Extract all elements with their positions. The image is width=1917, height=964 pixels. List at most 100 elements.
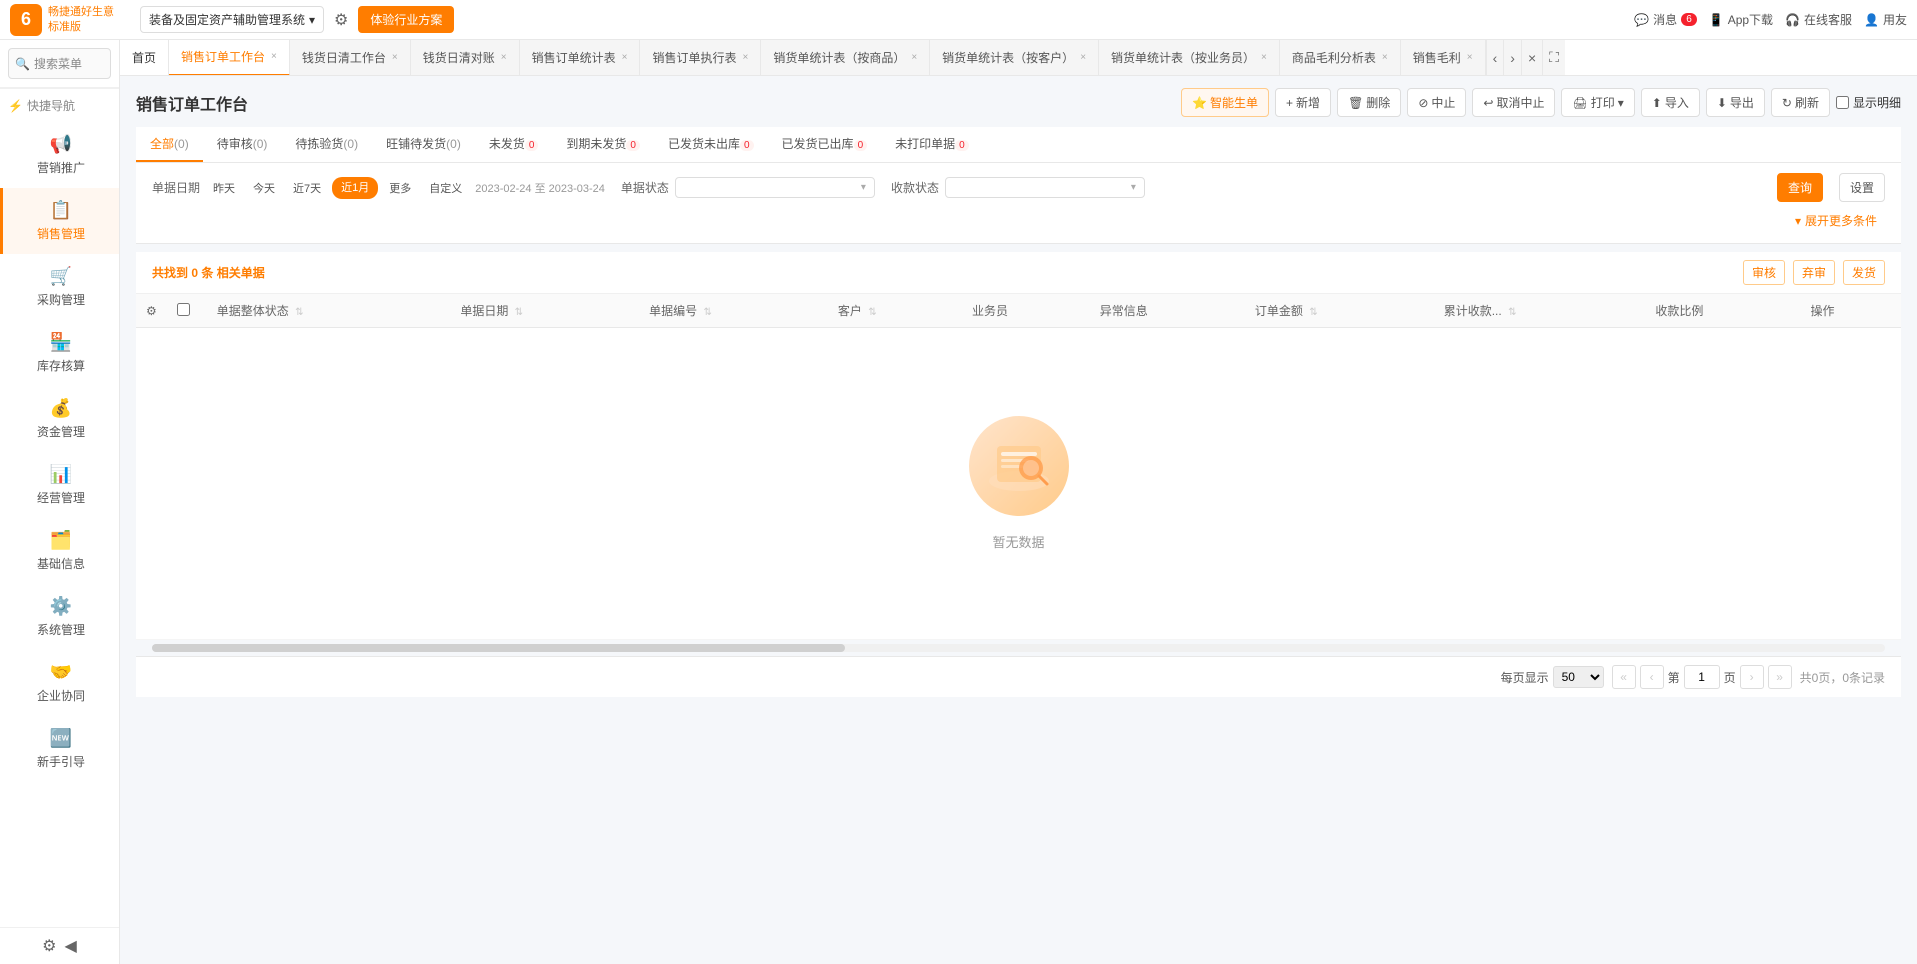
new-btn[interactable]: + 新增: [1275, 88, 1331, 117]
filter-tab-expired[interactable]: 到期未发货0: [552, 127, 654, 162]
tab-sales-stat-staff[interactable]: 销货单统计表（按业务员） ×: [1099, 40, 1280, 76]
filter-tab-not-printed[interactable]: 未打印单据0: [881, 127, 983, 162]
sidebar-quick-nav[interactable]: ⚡ 快捷导航: [0, 88, 119, 122]
show-detail-input[interactable]: [1836, 96, 1849, 109]
search-btn[interactable]: 查询: [1777, 173, 1823, 202]
doc-status-select[interactable]: ▾: [675, 177, 875, 198]
filter-tab-pending-review[interactable]: 待审核(0): [203, 127, 282, 162]
next-page-btn[interactable]: ›: [1740, 665, 1764, 689]
industry-btn[interactable]: 体验行业方案: [358, 6, 454, 33]
sort-date-icon[interactable]: ⇅: [515, 307, 523, 318]
sidebar-item-guide[interactable]: 🆕 新手引导: [0, 716, 119, 782]
sidebar-item-marketing[interactable]: 📢 营销推广: [0, 122, 119, 188]
ship-btn[interactable]: 发货: [1843, 260, 1885, 285]
tab-nav-next[interactable]: ›: [1503, 40, 1521, 76]
tab-close-cash-reconcile[interactable]: ×: [501, 52, 507, 63]
sys-selector[interactable]: 装备及固定资产辅助管理系统 ▾: [140, 6, 324, 33]
tab-close-sales-stat[interactable]: ×: [622, 52, 628, 63]
date-btn-custom[interactable]: 自定义: [422, 177, 469, 199]
page-number-input[interactable]: [1684, 665, 1720, 689]
tab-sales-stat-product[interactable]: 销货单统计表（按商品） ×: [761, 40, 930, 76]
tab-close-sales-stat-customer[interactable]: ×: [1080, 52, 1086, 63]
refresh-btn[interactable]: ↻ 刷新: [1771, 88, 1830, 117]
tab-nav-prev[interactable]: ‹: [1486, 40, 1504, 76]
message-btn[interactable]: 💬 消息 6: [1634, 11, 1697, 28]
select-all-checkbox[interactable]: [177, 303, 190, 316]
page-size-dropdown[interactable]: 10 20 50 100: [1553, 666, 1604, 688]
export-btn[interactable]: ⬇ 导出: [1706, 88, 1765, 117]
tab-home[interactable]: 首页: [120, 40, 169, 76]
cancel-review-btn[interactable]: 弃审: [1793, 260, 1835, 285]
tab-sales-workbench[interactable]: 销售订单工作台 ×: [169, 40, 290, 76]
stop-btn[interactable]: ⊘ 中止: [1407, 88, 1466, 117]
tab-sales-stat-customer[interactable]: 销货单统计表（按客户） ×: [930, 40, 1099, 76]
sidebar-item-finance[interactable]: 💰 资金管理: [0, 386, 119, 452]
user-menu-btn[interactable]: 👤 用友: [1864, 11, 1907, 28]
tab-close-sales-more[interactable]: ×: [1467, 52, 1473, 63]
sidebar-item-inventory[interactable]: 🏪 库存核算: [0, 320, 119, 386]
review-btn[interactable]: 审核: [1743, 260, 1785, 285]
filter-tab-shipped-wh[interactable]: 已发货已出库0: [768, 127, 882, 162]
sort-collected-icon[interactable]: ⇅: [1508, 307, 1516, 318]
tab-cash-reconcile[interactable]: 钱货日清对账 ×: [411, 40, 520, 76]
sort-amount-icon[interactable]: ⇅: [1309, 307, 1317, 318]
table-area: ⚙ 单据整体状态 ⇅: [136, 294, 1901, 640]
online-service-btn[interactable]: 🎧 在线客服: [1785, 11, 1852, 28]
tab-sales-stat[interactable]: 销售订单统计表 ×: [520, 40, 641, 76]
tab-close-sales-stat-product[interactable]: ×: [911, 52, 917, 63]
cancel-stop-btn[interactable]: ↩ 取消中止: [1472, 88, 1555, 117]
sidebar-item-base[interactable]: 🗂️ 基础信息: [0, 518, 119, 584]
prev-page-btn[interactable]: ‹: [1640, 665, 1664, 689]
sidebar-item-enterprise[interactable]: 🤝 企业协同: [0, 650, 119, 716]
tab-close-sales-workbench[interactable]: ×: [271, 51, 277, 62]
date-btn-last7[interactable]: 近7天: [286, 177, 328, 199]
sidebar-search-btn[interactable]: 🔍 搜索菜单: [8, 48, 111, 79]
tab-cash-daily[interactable]: 钱货日清工作台 ×: [290, 40, 411, 76]
lightning-icon: ⚡: [8, 99, 23, 113]
sidebar-item-sales[interactable]: 📋 销售管理: [0, 188, 119, 254]
scroll-thumb[interactable]: [152, 644, 845, 652]
print-btn[interactable]: 🖨 打印 ▾: [1561, 88, 1634, 117]
filter-tab-not-shipped[interactable]: 未发货0: [475, 127, 553, 162]
date-btn-yesterday[interactable]: 昨天: [206, 177, 242, 199]
app-download-btn[interactable]: 📱 App下载: [1709, 11, 1773, 28]
tab-close-sales-stat-staff[interactable]: ×: [1261, 52, 1267, 63]
horizontal-scrollbar[interactable]: [152, 644, 1885, 652]
last-page-btn[interactable]: »: [1768, 665, 1792, 689]
sidebar-item-operation[interactable]: 📊 经营管理: [0, 452, 119, 518]
tab-close-sales-exec[interactable]: ×: [742, 52, 748, 63]
sidebar-collapse-icon[interactable]: ◀: [65, 936, 77, 956]
filter-settings-btn[interactable]: 设置: [1839, 173, 1885, 202]
smart-btn[interactable]: ⭐ 智能生单: [1181, 88, 1269, 117]
date-btn-more[interactable]: 更多: [382, 177, 418, 199]
filter-tab-wangpu[interactable]: 旺铺待发货(0): [372, 127, 475, 162]
settings-icon[interactable]: ⚙: [334, 10, 348, 30]
sidebar-item-purchase[interactable]: 🛒 采购管理: [0, 254, 119, 320]
sort-customer-icon[interactable]: ⇅: [868, 307, 876, 318]
th-checkbox[interactable]: [167, 294, 207, 328]
first-page-btn[interactable]: «: [1612, 665, 1636, 689]
tab-sales-exec[interactable]: 销售订单执行表 ×: [640, 40, 761, 76]
sort-number-icon[interactable]: ⇅: [703, 307, 711, 318]
filter-tab-pending-inspect[interactable]: 待拣验货(0): [281, 127, 372, 162]
payment-status-select[interactable]: ▾: [945, 177, 1145, 198]
date-btn-today[interactable]: 今天: [246, 177, 282, 199]
tab-fullscreen[interactable]: ⛶: [1542, 40, 1565, 76]
filter-tab-all[interactable]: 全部(0): [136, 127, 203, 162]
tab-close-gross-profit[interactable]: ×: [1382, 52, 1388, 63]
expand-filter-btn[interactable]: ▾ 展开更多条件: [1787, 208, 1885, 233]
delete-btn[interactable]: 🗑 删除: [1337, 88, 1401, 117]
tab-close-all[interactable]: ×: [1521, 40, 1542, 76]
filter-tab-shipped-not-wh[interactable]: 已发货未出库0: [654, 127, 768, 162]
sidebar-item-system[interactable]: ⚙️ 系统管理: [0, 584, 119, 650]
tab-close-cash-daily[interactable]: ×: [392, 52, 398, 63]
tab-sales-more[interactable]: 销售毛利 ×: [1401, 40, 1486, 76]
th-config[interactable]: ⚙: [136, 294, 167, 328]
sidebar-search-area: 🔍 搜索菜单: [0, 40, 119, 88]
show-detail-checkbox[interactable]: 显示明细: [1836, 94, 1901, 111]
sort-status-icon[interactable]: ⇅: [295, 307, 303, 318]
import-btn[interactable]: ⬆ 导入: [1641, 88, 1700, 117]
tab-gross-profit[interactable]: 商品毛利分析表 ×: [1280, 40, 1401, 76]
sidebar-settings-icon[interactable]: ⚙: [42, 936, 56, 956]
date-btn-last1m[interactable]: 近1月: [332, 177, 378, 199]
